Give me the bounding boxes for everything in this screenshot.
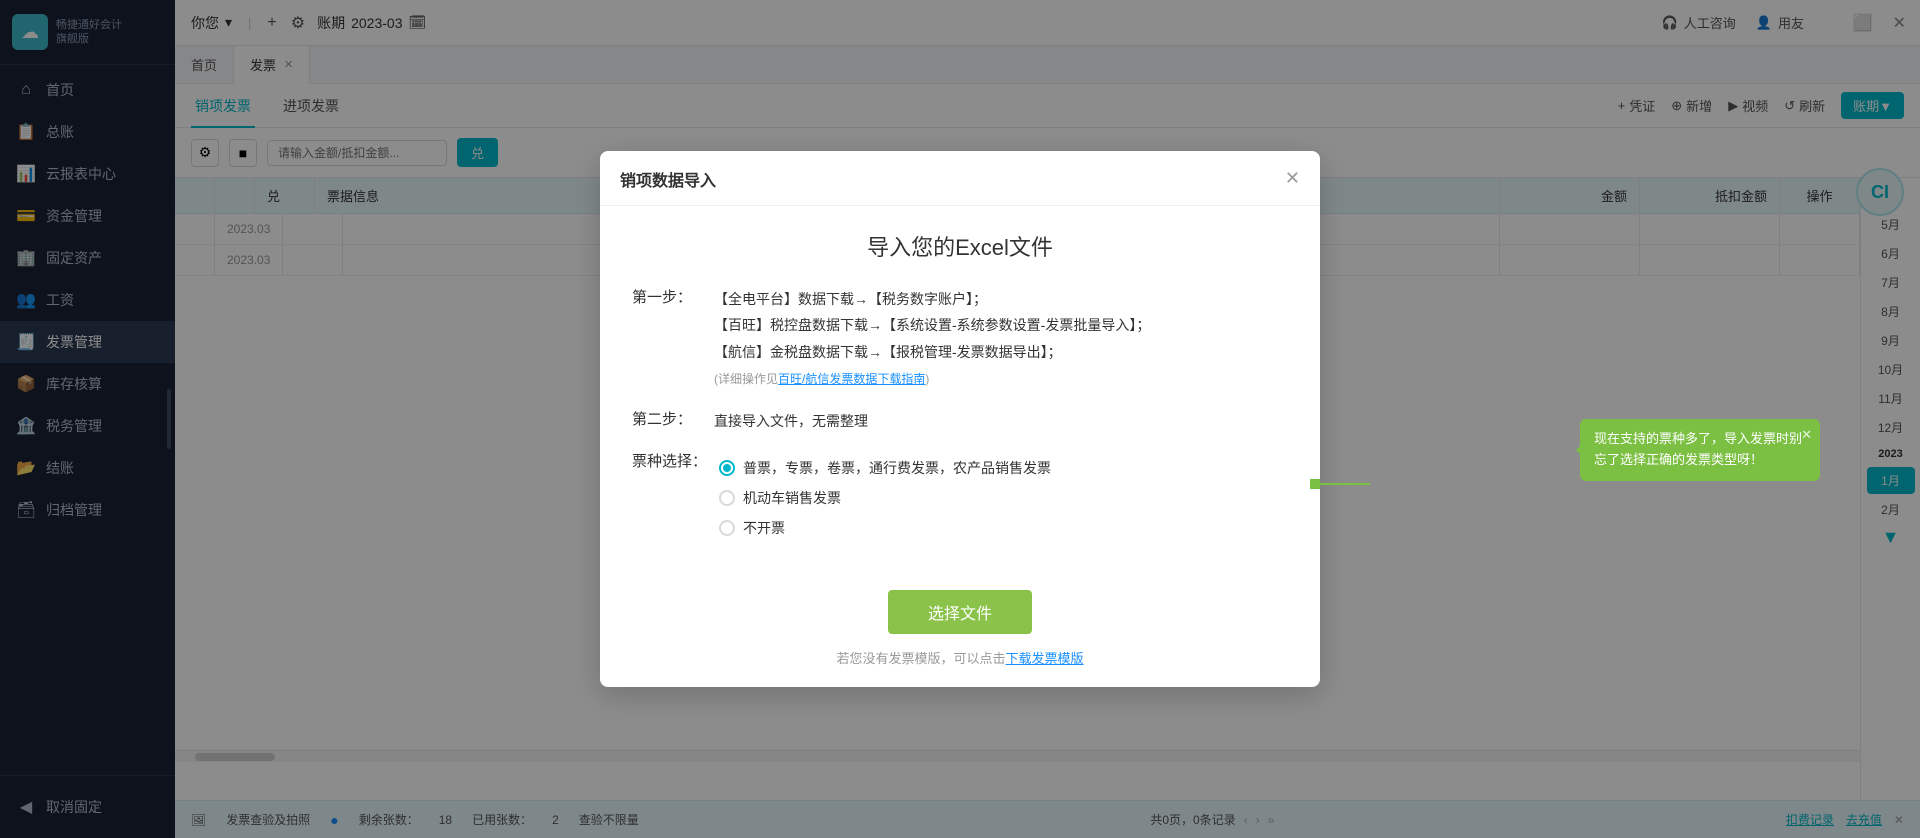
radio-non-circle xyxy=(719,520,735,536)
modal-title: 销项数据导入 xyxy=(620,167,716,191)
step1-note: (详细操作见百旺/航信发票数据下载指南) xyxy=(714,372,929,386)
step1-line-2: 【百旺】税控盘数据下载→【系统设置-系统参数设置-发票批量导入】； xyxy=(714,317,1150,333)
step2-content: 直接导入文件，无需整理 xyxy=(714,408,868,435)
tooltip-line xyxy=(1320,483,1370,485)
tooltip-text: 现在支持的票种多了，导入发票时别忘了选择正确的发票类型呀！ xyxy=(1594,431,1802,467)
step1-line-3: 【航信】金税盘数据下载→【报税管理-发票数据导出】； xyxy=(714,344,1062,360)
radio-motor[interactable]: 机动车销售发票 xyxy=(719,488,1051,508)
radio-motor-circle xyxy=(719,490,735,506)
ticket-type-row: 票种选择： 普票，专票，卷票，通行费发票，农产品销售发票 机动车销售发票 不开票 xyxy=(632,450,1288,538)
radio-group: 普票，专票，卷票，通行费发票，农产品销售发票 机动车销售发票 不开票 xyxy=(719,458,1051,538)
import-title: 导入您的Excel文件 xyxy=(632,230,1288,262)
step1-content: 【全电平台】数据下载→【税务数字账户】； 【百旺】税控盘数据下载→【系统设置-系… xyxy=(714,286,1150,392)
modal-close-button[interactable]: ✕ xyxy=(1285,168,1300,189)
modal-overlay: 销项数据导入 ✕ 导入您的Excel文件 第一步： 【全电平台】数据下载→【税务… xyxy=(0,0,1920,838)
radio-motor-label: 机动车销售发票 xyxy=(743,488,841,508)
step-2: 第二步： 直接导入文件，无需整理 xyxy=(632,408,1288,435)
tooltip-close-button[interactable]: ✕ xyxy=(1801,425,1812,446)
radio-general[interactable]: 普票，专票，卷票，通行费发票，农产品销售发票 xyxy=(719,458,1051,478)
modal-header: 销项数据导入 ✕ xyxy=(600,151,1320,206)
ticket-label: 票种选择： xyxy=(632,450,707,538)
step2-label: 第二步： xyxy=(632,408,702,435)
modal-body: 导入您的Excel文件 第一步： 【全电平台】数据下载→【税务数字账户】； 【百… xyxy=(600,206,1320,579)
radio-general-label: 普票，专票，卷票，通行费发票，农产品销售发票 xyxy=(743,458,1051,478)
radio-general-circle xyxy=(719,460,735,476)
step1-line-1: 【全电平台】数据下载→【税务数字账户】； xyxy=(714,291,987,307)
tooltip-dot xyxy=(1310,479,1320,489)
import-modal: 销项数据导入 ✕ 导入您的Excel文件 第一步： 【全电平台】数据下载→【税务… xyxy=(600,151,1320,688)
select-file-button[interactable]: 选择文件 xyxy=(888,590,1032,634)
step1-guide-link[interactable]: 百旺/航信发票数据下载指南 xyxy=(778,372,925,386)
step-1: 第一步： 【全电平台】数据下载→【税务数字账户】； 【百旺】税控盘数据下载→【系… xyxy=(632,286,1288,392)
download-template-link[interactable]: 下载发票模版 xyxy=(1006,651,1084,666)
tooltip-bubble: ✕ 现在支持的票种多了，导入发票时别忘了选择正确的发票类型呀！ xyxy=(1580,419,1820,481)
step1-label: 第一步： xyxy=(632,286,702,392)
radio-non-label: 不开票 xyxy=(743,518,785,538)
modal-footer: 选择文件 若您没有发票模版，可以点击下载发票模版 xyxy=(600,578,1320,687)
radio-non[interactable]: 不开票 xyxy=(719,518,1051,538)
download-hint: 若您没有发票模版，可以点击下载发票模版 xyxy=(632,648,1288,667)
